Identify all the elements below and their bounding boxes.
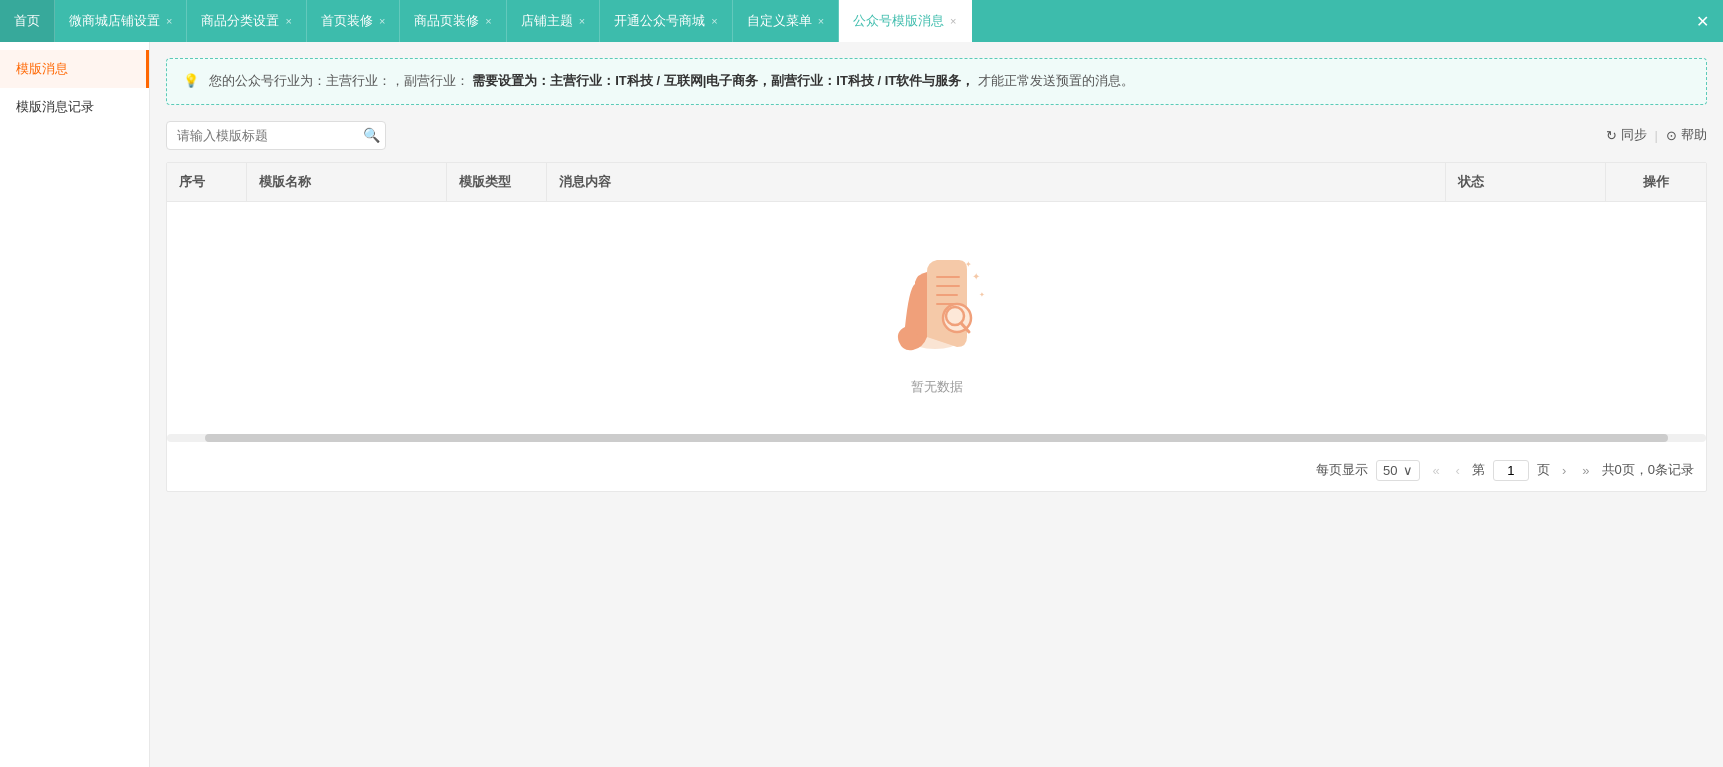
close-tab-custom-menu[interactable]: ×	[818, 15, 824, 27]
scrollbar-thumb[interactable]	[205, 434, 1667, 442]
sync-icon: ↻	[1606, 128, 1617, 143]
tab-category-settings[interactable]: 商品分类设置 ×	[187, 0, 306, 42]
search-actions: ↻ 同步 | ⊙ 帮助	[1606, 126, 1707, 144]
sidebar: 模版消息 模版消息记录	[0, 42, 150, 767]
help-icon: ⊙	[1666, 128, 1677, 143]
pagination: 每页显示 50 ∨ « ‹ 第 页 › » 共0页，0条记录	[167, 450, 1706, 491]
close-tab-category-settings[interactable]: ×	[285, 15, 291, 27]
tab-product-decor[interactable]: 商品页装修 ×	[400, 0, 506, 42]
svg-text:✦: ✦	[972, 271, 980, 282]
help-button[interactable]: ⊙ 帮助	[1666, 126, 1707, 144]
horizontal-scrollbar[interactable]	[167, 434, 1706, 442]
svg-text:✦: ✦	[979, 291, 985, 298]
page-size-select[interactable]: 50 ∨	[1376, 460, 1420, 481]
last-page-button[interactable]: »	[1578, 461, 1593, 480]
content-area: 💡 您的公众号行业为：主营行业：，副营行业： 需要设置为：主营行业：IT科技 /…	[150, 42, 1723, 767]
data-table: 序号 模版名称 模版类型 消息内容 状态 操作	[166, 162, 1707, 492]
col-header-type: 模版类型	[447, 163, 547, 201]
top-nav: 首页 微商城店铺设置 × 商品分类设置 × 首页装修 × 商品页装修 × 店铺主…	[0, 0, 1723, 42]
close-tab-shop-theme[interactable]: ×	[579, 15, 585, 27]
sidebar-item-template-msg[interactable]: 模版消息	[0, 50, 149, 88]
prev-page-button[interactable]: ‹	[1452, 461, 1464, 480]
svg-text:✦: ✦	[965, 260, 972, 269]
close-tab-shop-settings[interactable]: ×	[166, 15, 172, 27]
sidebar-item-template-msg-log[interactable]: 模版消息记录	[0, 88, 149, 126]
close-all-button[interactable]: ✕	[1682, 12, 1723, 31]
first-page-button[interactable]: «	[1428, 461, 1443, 480]
close-tab-open-mall[interactable]: ×	[711, 15, 717, 27]
notice-box: 💡 您的公众号行业为：主营行业：，副营行业： 需要设置为：主营行业：IT科技 /…	[166, 58, 1707, 105]
tab-open-mall[interactable]: 开通公众号商城 ×	[600, 0, 732, 42]
col-header-action: 操作	[1606, 163, 1706, 201]
empty-illustration: ✦ ✦ ✦	[877, 242, 997, 362]
search-bar: 🔍 ↻ 同步 | ⊙ 帮助	[166, 121, 1707, 150]
close-tab-home-decor[interactable]: ×	[379, 15, 385, 27]
bulb-icon: 💡	[183, 73, 199, 88]
total-info: 共0页，0条记录	[1602, 461, 1694, 479]
next-page-button[interactable]: ›	[1558, 461, 1570, 480]
search-field-wrapper: 🔍	[166, 121, 386, 150]
close-tab-product-decor[interactable]: ×	[485, 15, 491, 27]
tab-shop-settings[interactable]: 微商城店铺设置 ×	[55, 0, 187, 42]
table-header: 序号 模版名称 模版类型 消息内容 状态 操作	[167, 163, 1706, 202]
col-header-seq: 序号	[167, 163, 247, 201]
search-input[interactable]	[167, 122, 355, 149]
chevron-down-icon: ∨	[1403, 463, 1413, 478]
search-icon[interactable]: 🔍	[355, 127, 386, 143]
tab-home[interactable]: 首页	[0, 0, 55, 42]
tab-custom-menu[interactable]: 自定义菜单 ×	[733, 0, 839, 42]
empty-state: ✦ ✦ ✦ 暂无数据	[167, 202, 1706, 426]
col-header-content: 消息内容	[547, 163, 1446, 201]
tab-template-msg[interactable]: 公众号模版消息 ×	[839, 0, 971, 42]
close-tab-template-msg[interactable]: ×	[950, 15, 956, 27]
divider: |	[1655, 128, 1658, 143]
tab-shop-theme[interactable]: 店铺主题 ×	[507, 0, 600, 42]
empty-text: 暂无数据	[911, 378, 963, 396]
main-layout: 模版消息 模版消息记录 💡 您的公众号行业为：主营行业：，副营行业： 需要设置为…	[0, 42, 1723, 767]
page-number-input[interactable]	[1493, 460, 1529, 481]
sync-button[interactable]: ↻ 同步	[1606, 126, 1647, 144]
col-header-name: 模版名称	[247, 163, 447, 201]
col-header-status: 状态	[1446, 163, 1606, 201]
tab-home-decor[interactable]: 首页装修 ×	[307, 0, 400, 42]
